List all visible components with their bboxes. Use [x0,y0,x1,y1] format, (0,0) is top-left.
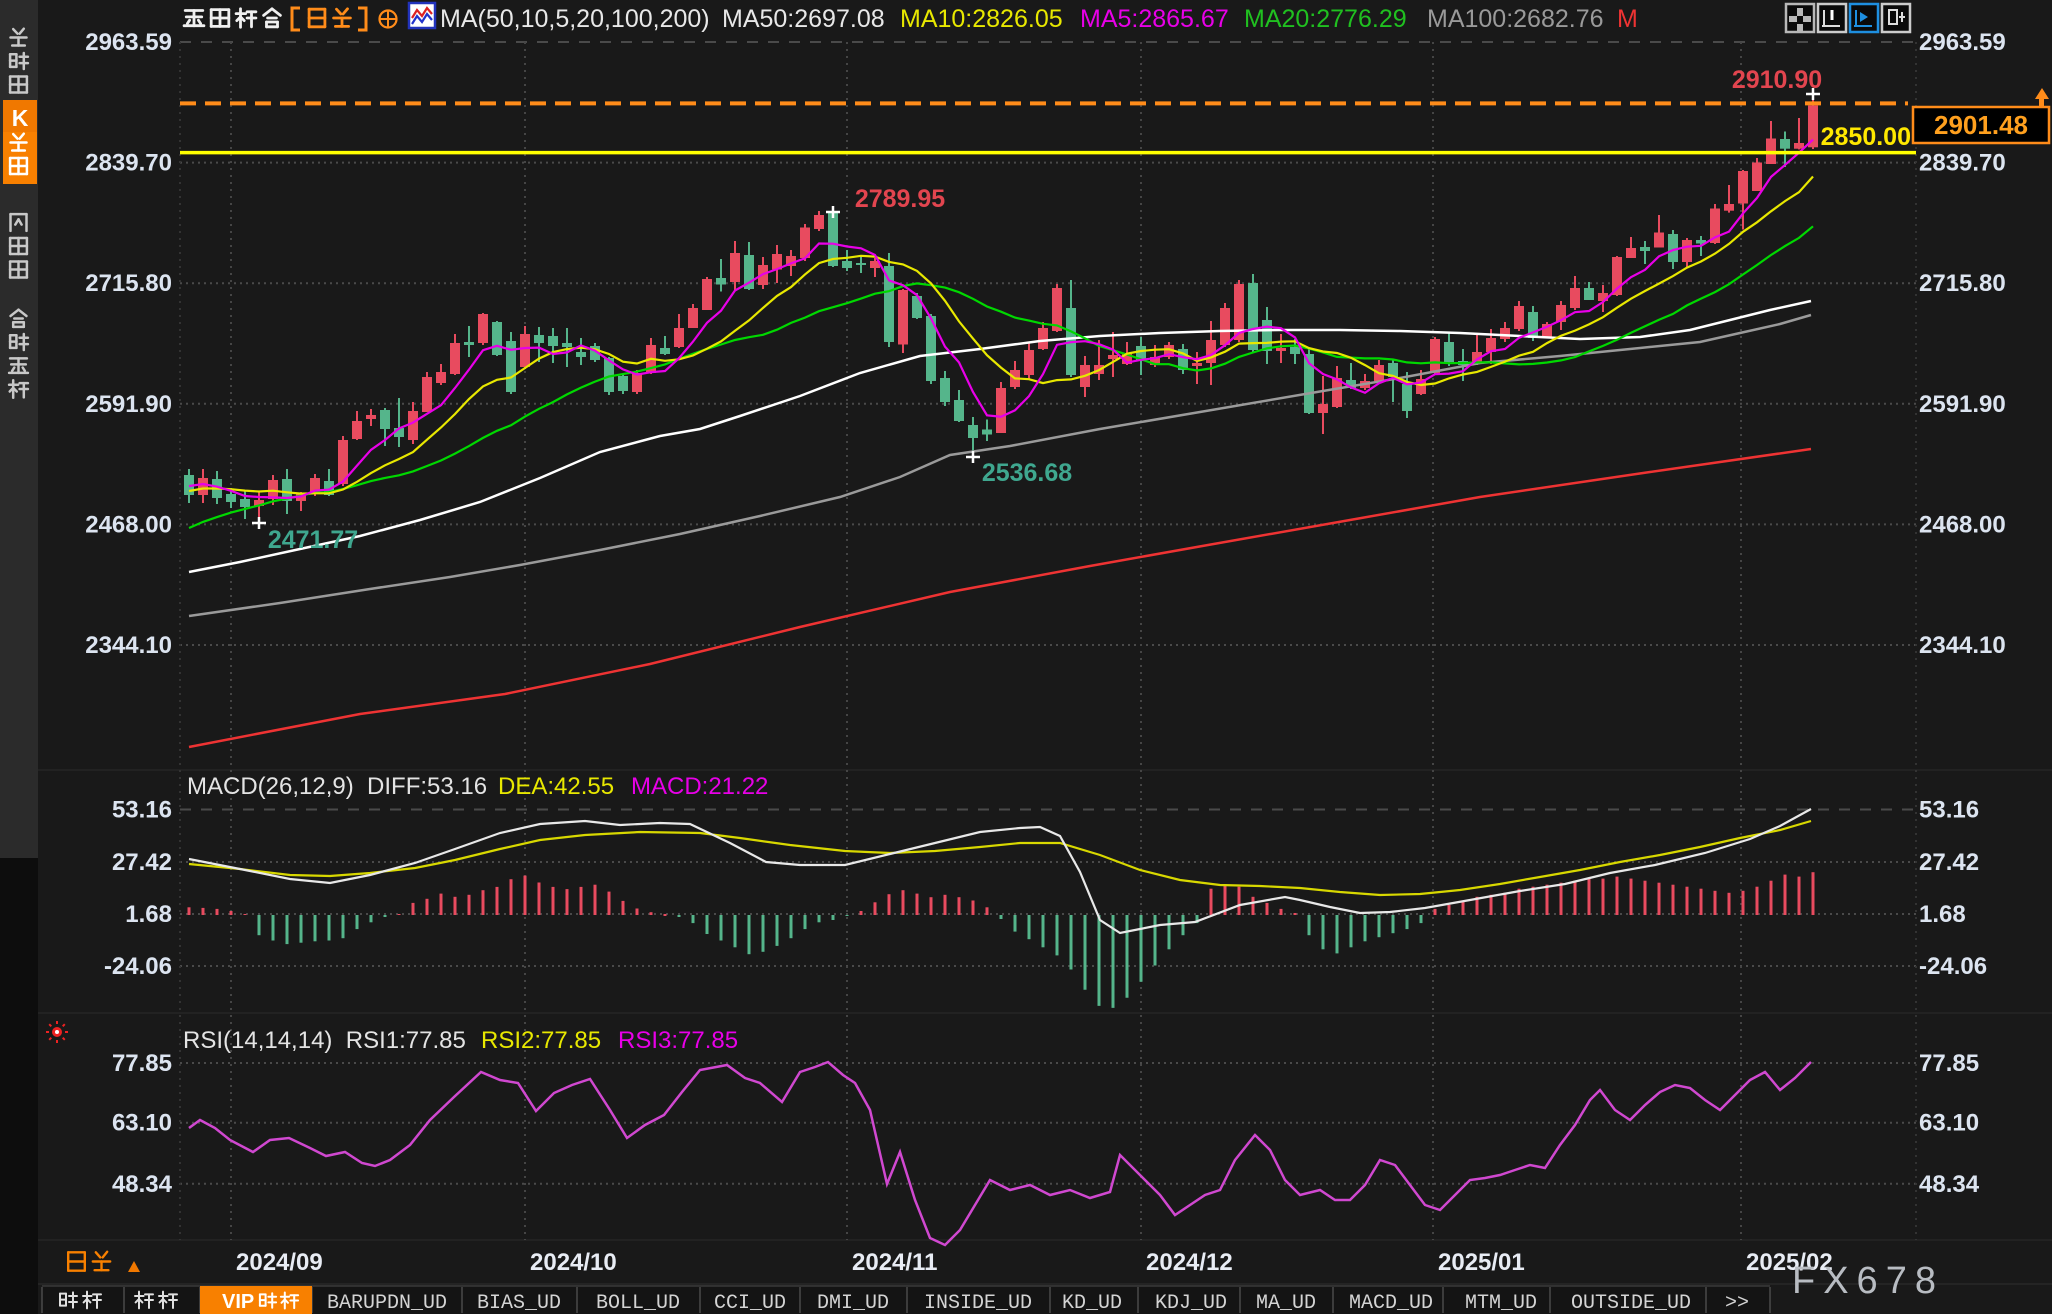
svg-text:2839.70: 2839.70 [85,150,172,177]
svg-text:2024/12: 2024/12 [1146,1249,1233,1276]
svg-text:48.34: 48.34 [1919,1171,1980,1198]
svg-text:K: K [12,105,29,131]
svg-text:RSI(14,14,14) RSI1:77.85: RSI(14,14,14) RSI1:77.85 [183,1027,466,1054]
svg-text:77.85: 77.85 [112,1050,172,1077]
svg-text:63.10: 63.10 [1919,1110,1979,1137]
svg-text:2344.10: 2344.10 [1919,632,2006,659]
svg-text:KDJ_UD: KDJ_UD [1155,1292,1227,1314]
svg-text:>>: >> [1725,1292,1749,1314]
svg-text:63.10: 63.10 [112,1110,172,1137]
svg-text:2789.95: 2789.95 [855,185,945,213]
svg-text:CCI_UD: CCI_UD [714,1292,786,1314]
svg-text:MACD_UD: MACD_UD [1349,1292,1433,1314]
svg-text:1.68: 1.68 [125,901,172,928]
svg-text:2850.00: 2850.00 [1821,123,1911,151]
svg-text:RSI3:77.85: RSI3:77.85 [618,1027,738,1054]
svg-text:M: M [1617,5,1638,33]
svg-text:2468.00: 2468.00 [85,511,172,538]
svg-text:DMI_UD: DMI_UD [817,1292,889,1314]
svg-text:OUTSIDE_UD: OUTSIDE_UD [1571,1292,1691,1314]
svg-text:BIAS_UD: BIAS_UD [477,1292,561,1314]
svg-text:MACD(26,12,9) DIFF:53.16: MACD(26,12,9) DIFF:53.16 [187,773,487,800]
svg-text:KD_UD: KD_UD [1062,1292,1122,1314]
svg-text:2468.00: 2468.00 [1919,511,2006,538]
svg-text:27.42: 27.42 [112,849,172,876]
svg-text:27.42: 27.42 [1919,849,1979,876]
svg-text:-24.06: -24.06 [1919,953,1987,980]
svg-text:MA100:2682.76: MA100:2682.76 [1427,5,1604,33]
svg-text:FX678: FX678 [1792,1260,1944,1302]
svg-text:MTM_UD: MTM_UD [1465,1292,1537,1314]
svg-text:2963.59: 2963.59 [85,29,172,56]
svg-text:2715.80: 2715.80 [1919,270,2006,297]
svg-text:2591.90: 2591.90 [85,391,172,418]
svg-text:2910.90: 2910.90 [1732,66,1822,94]
svg-text:BOLL_UD: BOLL_UD [596,1292,680,1314]
svg-text:2344.10: 2344.10 [85,632,172,659]
svg-text:53.16: 53.16 [1919,797,1979,824]
svg-text:MA_UD: MA_UD [1256,1292,1316,1314]
svg-text:2471.77: 2471.77 [268,526,358,554]
svg-text:53.16: 53.16 [112,797,172,824]
svg-text:2025/01: 2025/01 [1438,1249,1525,1276]
svg-text:2024/10: 2024/10 [530,1249,617,1276]
svg-text:2839.70: 2839.70 [1919,150,2006,177]
svg-text:MA10:2826.05: MA10:2826.05 [900,5,1063,33]
svg-text:MA50:2697.08: MA50:2697.08 [722,5,885,33]
svg-text:VIP: VIP [222,1291,254,1313]
svg-text:77.85: 77.85 [1919,1050,1979,1077]
svg-text:2591.90: 2591.90 [1919,391,2006,418]
svg-text:2536.68: 2536.68 [982,459,1072,487]
svg-text:2024/11: 2024/11 [852,1249,937,1276]
svg-text:2901.48: 2901.48 [1934,110,2028,140]
svg-text:MA(50,10,5,20,100,200): MA(50,10,5,20,100,200) [440,5,710,33]
svg-text:BARUPDN_UD: BARUPDN_UD [327,1292,447,1314]
svg-text:2715.80: 2715.80 [85,270,172,297]
svg-text:48.34: 48.34 [112,1171,173,1198]
svg-text:2963.59: 2963.59 [1919,29,2006,56]
svg-text:2024/09: 2024/09 [236,1249,323,1276]
svg-text:DEA:42.55: DEA:42.55 [498,773,614,800]
svg-text:MA5:2865.67: MA5:2865.67 [1080,5,1229,33]
svg-text:-24.06: -24.06 [104,953,172,980]
svg-text:INSIDE_UD: INSIDE_UD [924,1292,1032,1314]
svg-text:RSI2:77.85: RSI2:77.85 [481,1027,601,1054]
svg-text:MA20:2776.29: MA20:2776.29 [1244,5,1407,33]
svg-text:MACD:21.22: MACD:21.22 [631,773,768,800]
svg-text:1.68: 1.68 [1919,901,1966,928]
